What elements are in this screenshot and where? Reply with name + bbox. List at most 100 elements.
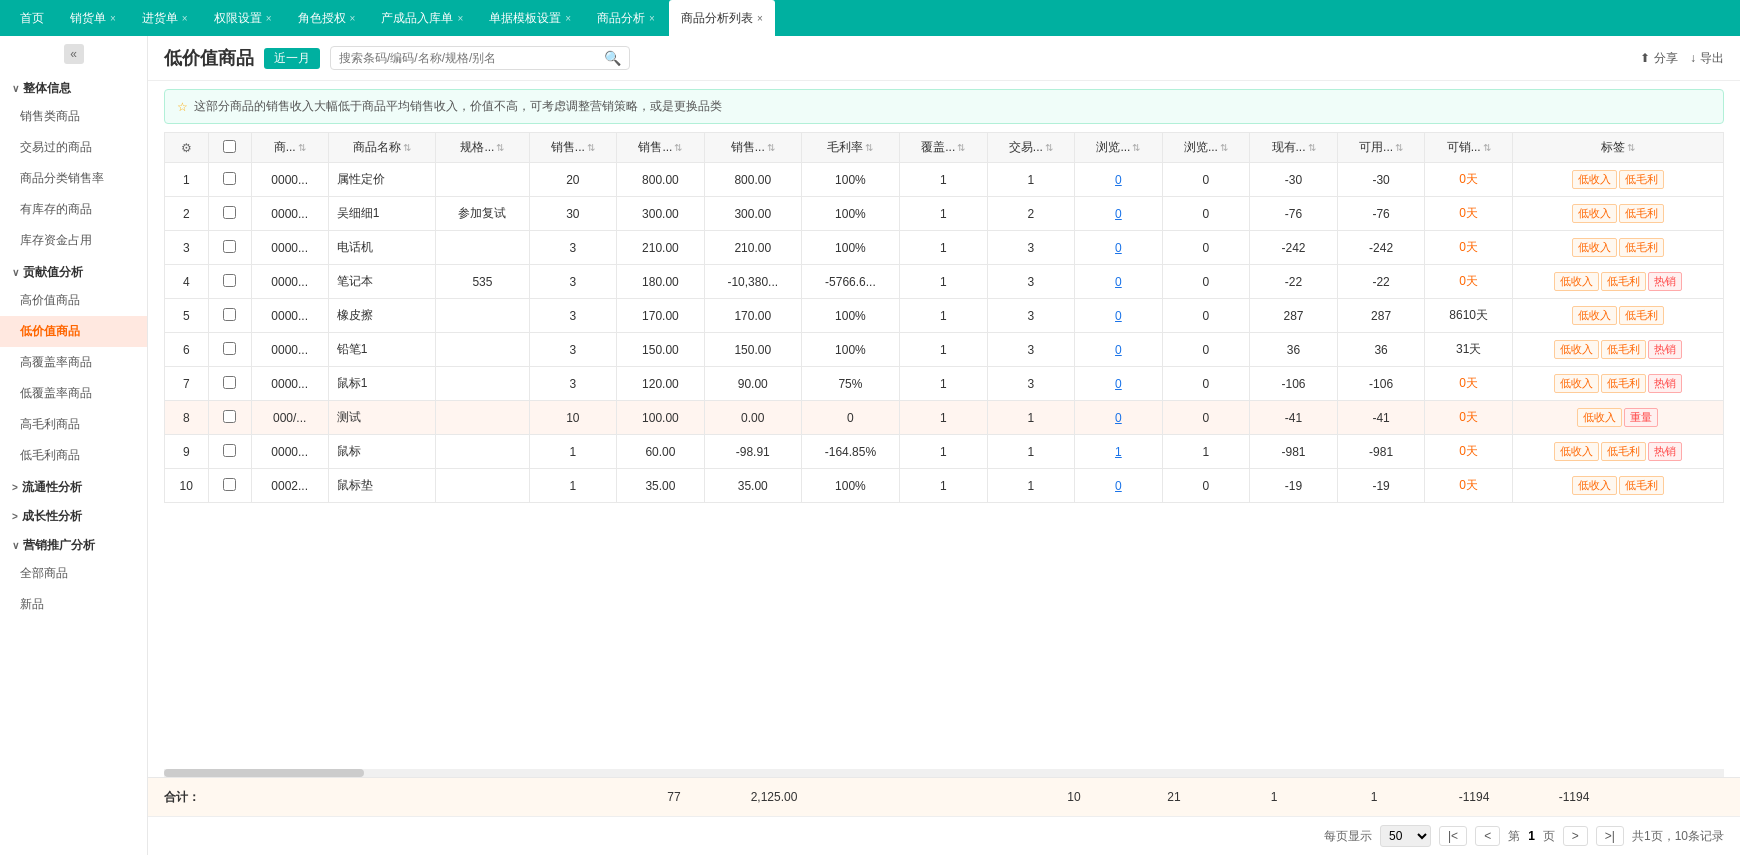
- last-page-btn[interactable]: >|: [1596, 826, 1624, 846]
- table-row[interactable]: 2 0000... 吴细细1 参加复试 30 300.00 300.00 100…: [165, 197, 1724, 231]
- sidebar-section-liquidity[interactable]: > 流通性分析: [0, 471, 147, 500]
- cell-checkbox[interactable]: [208, 469, 251, 503]
- next-page-btn[interactable]: >: [1563, 826, 1588, 846]
- cell-checkbox[interactable]: [208, 197, 251, 231]
- col-code[interactable]: 商...⇅: [251, 133, 328, 163]
- sidebar-collapse-btn[interactable]: «: [64, 44, 84, 64]
- cell-avail: -242: [1337, 231, 1425, 265]
- cell-browse1[interactable]: 0: [1075, 401, 1163, 435]
- sidebar-item-high-value[interactable]: 高价值商品: [0, 285, 147, 316]
- time-filter-btn[interactable]: 近一月: [264, 48, 320, 69]
- prev-page-btn[interactable]: <: [1475, 826, 1500, 846]
- table-row[interactable]: 8 000/... 测试 10 100.00 0.00 0 1 1 0 0 -4…: [165, 401, 1724, 435]
- table-row[interactable]: 5 0000... 橡皮擦 3 170.00 170.00 100% 1 3 0…: [165, 299, 1724, 333]
- sidebar-item-low-margin[interactable]: 低毛利商品: [0, 440, 147, 471]
- cell-browse1[interactable]: 0: [1075, 163, 1163, 197]
- sidebar-section-contribution[interactable]: ∨ 贡献值分析: [0, 256, 147, 285]
- cell-checkbox[interactable]: [208, 299, 251, 333]
- table-row[interactable]: 6 0000... 铅笔1 3 150.00 150.00 100% 1 3 0…: [165, 333, 1724, 367]
- col-name[interactable]: 商品名称⇅: [328, 133, 436, 163]
- cell-checkbox[interactable]: [208, 367, 251, 401]
- cell-browse1[interactable]: 1: [1075, 435, 1163, 469]
- col-sale-qty[interactable]: 销售...⇅: [529, 133, 617, 163]
- cell-browse1[interactable]: 0: [1075, 231, 1163, 265]
- table-row[interactable]: 10 0002... 鼠标垫 1 35.00 35.00 100% 1 1 0 …: [165, 469, 1724, 503]
- col-sale-amount[interactable]: 销售...⇅: [617, 133, 705, 163]
- table-row[interactable]: 1 0000... 属性定价 20 800.00 800.00 100% 1 1…: [165, 163, 1724, 197]
- col-coverage[interactable]: 覆盖...⇅: [899, 133, 987, 163]
- cell-browse1[interactable]: 0: [1075, 299, 1163, 333]
- table-row[interactable]: 4 0000... 笔记本 535 3 180.00 -10,380... -5…: [165, 265, 1724, 299]
- sidebar-item-all-products[interactable]: 全部商品: [0, 558, 147, 589]
- col-browse2[interactable]: 浏览...⇅: [1162, 133, 1250, 163]
- sidebar-item-high-margin[interactable]: 高毛利商品: [0, 409, 147, 440]
- col-gear[interactable]: ⚙: [165, 133, 209, 163]
- sidebar-item-low-coverage[interactable]: 低覆盖率商品: [0, 378, 147, 409]
- col-trade[interactable]: 交易...⇅: [987, 133, 1075, 163]
- nav-home[interactable]: 首页: [8, 0, 56, 36]
- table-row[interactable]: 7 0000... 鼠标1 3 120.00 90.00 75% 1 3 0 0…: [165, 367, 1724, 401]
- cell-checkbox[interactable]: [208, 265, 251, 299]
- col-sellable[interactable]: 可销...⇅: [1425, 133, 1513, 163]
- table-row[interactable]: 9 0000... 鼠标 1 60.00 -98.91 -164.85% 1 1…: [165, 435, 1724, 469]
- nav-finished-goods[interactable]: 产成品入库单 ×: [369, 0, 475, 36]
- close-icon[interactable]: ×: [182, 13, 188, 24]
- sidebar-item-stocked-products[interactable]: 有库存的商品: [0, 194, 147, 225]
- close-icon[interactable]: ×: [110, 13, 116, 24]
- sidebar-item-low-value[interactable]: 低价值商品: [0, 316, 147, 347]
- cell-checkbox[interactable]: [208, 401, 251, 435]
- col-tags[interactable]: 标签⇅: [1512, 133, 1723, 163]
- close-icon[interactable]: ×: [350, 13, 356, 24]
- cell-browse1[interactable]: 0: [1075, 197, 1163, 231]
- cell-name: 属性定价: [328, 163, 436, 197]
- cell-checkbox[interactable]: [208, 333, 251, 367]
- sidebar-item-inventory-capital[interactable]: 库存资金占用: [0, 225, 147, 256]
- close-icon[interactable]: ×: [266, 13, 272, 24]
- nav-product-analysis[interactable]: 商品分析 ×: [585, 0, 667, 36]
- sidebar-item-sales-products[interactable]: 销售类商品: [0, 101, 147, 132]
- sidebar-section-overview[interactable]: ∨ 整体信息: [0, 72, 147, 101]
- col-spec[interactable]: 规格...⇅: [436, 133, 529, 163]
- search-input[interactable]: [339, 51, 600, 65]
- sidebar-section-marketing[interactable]: ∨ 营销推广分析: [0, 529, 147, 558]
- first-page-btn[interactable]: |<: [1439, 826, 1467, 846]
- horizontal-scrollbar[interactable]: [164, 769, 1724, 777]
- export-btn[interactable]: ↓ 导出: [1690, 50, 1724, 67]
- nav-purchase-order[interactable]: 进货单 ×: [130, 0, 200, 36]
- cell-browse1[interactable]: 0: [1075, 333, 1163, 367]
- cell-gross: 100%: [801, 469, 899, 503]
- cell-gross: -164.85%: [801, 435, 899, 469]
- cell-checkbox[interactable]: [208, 231, 251, 265]
- col-gross-margin[interactable]: 毛利率⇅: [801, 133, 899, 163]
- cell-checkbox[interactable]: [208, 435, 251, 469]
- sidebar-item-new-products[interactable]: 新品: [0, 589, 147, 620]
- close-icon[interactable]: ×: [457, 13, 463, 24]
- col-sale-profit[interactable]: 销售...⇅: [704, 133, 801, 163]
- col-browse1[interactable]: 浏览...⇅: [1075, 133, 1163, 163]
- nav-product-analysis-list[interactable]: 商品分析列表 ×: [669, 0, 775, 36]
- close-icon[interactable]: ×: [649, 13, 655, 24]
- nav-sales-order[interactable]: 销货单 ×: [58, 0, 128, 36]
- col-available[interactable]: 可用...⇅: [1337, 133, 1425, 163]
- cell-coverage: 1: [899, 265, 987, 299]
- nav-template-settings[interactable]: 单据模板设置 ×: [477, 0, 583, 36]
- page-size-select[interactable]: 50 100 200: [1380, 825, 1431, 847]
- search-icon[interactable]: 🔍: [604, 50, 621, 66]
- col-stock[interactable]: 现有...⇅: [1250, 133, 1338, 163]
- nav-permissions[interactable]: 权限设置 ×: [202, 0, 284, 36]
- col-checkbox[interactable]: [208, 133, 251, 163]
- nav-role-auth[interactable]: 角色授权 ×: [286, 0, 368, 36]
- cell-browse1[interactable]: 0: [1075, 265, 1163, 299]
- cell-browse1[interactable]: 0: [1075, 367, 1163, 401]
- cell-browse1[interactable]: 0: [1075, 469, 1163, 503]
- sidebar-item-traded-products[interactable]: 交易过的商品: [0, 132, 147, 163]
- close-icon[interactable]: ×: [757, 13, 763, 24]
- share-btn[interactable]: ⬆ 分享: [1640, 50, 1678, 67]
- table-row[interactable]: 3 0000... 电话机 3 210.00 210.00 100% 1 3 0…: [165, 231, 1724, 265]
- close-icon[interactable]: ×: [565, 13, 571, 24]
- sidebar-section-growth[interactable]: > 成长性分析: [0, 500, 147, 529]
- cell-index: 8: [165, 401, 209, 435]
- cell-checkbox[interactable]: [208, 163, 251, 197]
- sidebar-item-category-sales[interactable]: 商品分类销售率: [0, 163, 147, 194]
- sidebar-item-high-coverage[interactable]: 高覆盖率商品: [0, 347, 147, 378]
